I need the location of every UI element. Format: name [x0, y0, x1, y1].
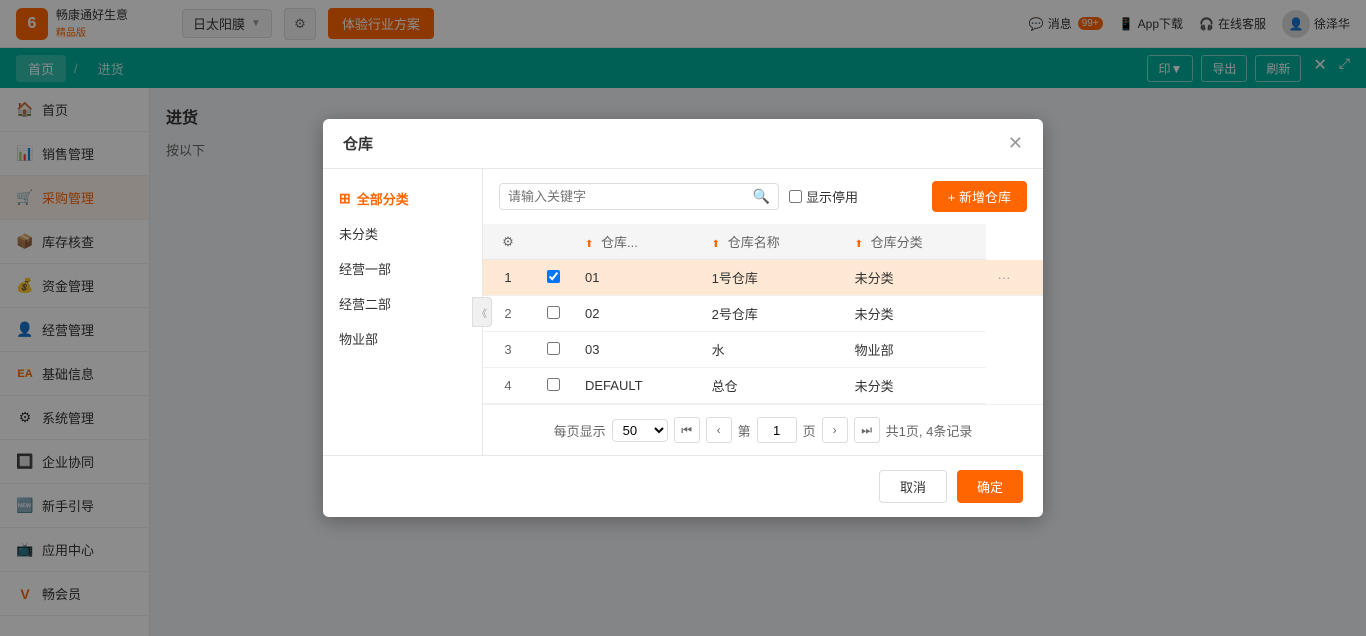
row-category: 未分类	[843, 296, 986, 332]
row-checkbox[interactable]	[547, 378, 560, 391]
show-disabled-label: 显示停用	[806, 187, 858, 206]
row-checkbox-cell[interactable]	[533, 296, 573, 332]
col-name-label: 仓库名称	[728, 235, 780, 250]
cancel-button[interactable]: 取消	[879, 470, 947, 503]
row-num: 4	[483, 368, 533, 404]
row-name: 总仓	[700, 368, 843, 404]
per-page-label: 每页显示	[554, 421, 606, 440]
add-warehouse-button[interactable]: + 新增仓库	[932, 181, 1027, 212]
table-row[interactable]: 1 01 1号仓库 未分类 ···	[483, 260, 1043, 296]
sort-icon-code: ⬆	[585, 239, 593, 250]
row-code: 01	[573, 260, 700, 296]
row-num: 3	[483, 332, 533, 368]
row-name: 1号仓库	[700, 260, 843, 296]
row-code: 03	[573, 332, 700, 368]
all-category-label: 全部分类	[357, 189, 409, 208]
page-label: 第	[738, 421, 751, 440]
row-name: 水	[700, 332, 843, 368]
category-item-property[interactable]: 物业部	[323, 321, 482, 356]
row-checkbox-cell[interactable]	[533, 332, 573, 368]
confirm-button[interactable]: 确定	[957, 470, 1023, 503]
modal-footer: 取消 确定	[323, 455, 1043, 517]
all-category-button[interactable]: ⊞ 全部分类	[323, 181, 482, 216]
row-actions[interactable]: ···	[986, 260, 1043, 296]
modal-overlay: 仓库 ✕ ⊞ 全部分类 未分类 经营一部 经营二部 物业部 《	[0, 0, 1366, 636]
col-check	[533, 224, 573, 260]
show-disabled-checkbox[interactable]	[789, 190, 802, 203]
row-name: 2号仓库	[700, 296, 843, 332]
show-disabled-checkbox-label[interactable]: 显示停用	[789, 187, 858, 206]
table-row[interactable]: 4 DEFAULT 总仓 未分类	[483, 368, 1043, 404]
row-code: 02	[573, 296, 700, 332]
category-item-ops2[interactable]: 经营二部	[323, 286, 482, 321]
sort-icon-name: ⬆	[712, 239, 720, 250]
row-checkbox-cell[interactable]	[533, 368, 573, 404]
col-code-header: ⬆ 仓库...	[573, 224, 700, 260]
row-checkbox[interactable]	[547, 342, 560, 355]
table-row[interactable]: 2 02 2号仓库 未分类	[483, 296, 1043, 332]
last-page-button[interactable]: ⏭	[854, 417, 880, 443]
col-gear: ⚙	[483, 224, 533, 260]
row-actions-icon[interactable]: ···	[998, 270, 1011, 285]
col-category-label: 仓库分类	[871, 235, 923, 250]
category-item-ops1[interactable]: 经营一部	[323, 251, 482, 286]
grid-icon: ⊞	[339, 190, 351, 207]
total-info: 共1页, 4条记录	[886, 421, 973, 440]
col-name-header: ⬆ 仓库名称	[700, 224, 843, 260]
row-category: 物业部	[843, 332, 986, 368]
search-wrapper: 🔍	[499, 183, 779, 210]
row-num: 1	[483, 260, 533, 296]
warehouse-modal: 仓库 ✕ ⊞ 全部分类 未分类 经营一部 经营二部 物业部 《	[323, 119, 1043, 517]
col-code-label: 仓库...	[601, 235, 638, 250]
table-header-row: ⚙ ⬆ 仓库... ⬆ 仓库名称	[483, 224, 1043, 260]
row-code: DEFAULT	[573, 368, 700, 404]
next-page-button[interactable]: ›	[822, 417, 848, 443]
col-category-header: ⬆ 仓库分类	[843, 224, 986, 260]
row-category: 未分类	[843, 368, 986, 404]
table-toolbar: 🔍 显示停用 + 新增仓库	[483, 169, 1043, 224]
warehouse-table: ⚙ ⬆ 仓库... ⬆ 仓库名称	[483, 224, 1043, 404]
sort-icon-category: ⬆	[855, 239, 863, 250]
pagination: 每页显示 50 20 100 ⏮ ‹ 第 页 › ⏭ 共1页, 4条记录	[483, 404, 1043, 455]
row-category: 未分类	[843, 260, 986, 296]
modal-title: 仓库	[343, 133, 373, 154]
category-collapse-button[interactable]: 《	[472, 297, 492, 327]
category-item-unclassified[interactable]: 未分类	[323, 216, 482, 251]
search-icon[interactable]: 🔍	[753, 188, 770, 205]
page-unit: 页	[803, 421, 816, 440]
search-input[interactable]	[508, 189, 753, 204]
modal-close-icon[interactable]: ✕	[1008, 133, 1023, 154]
table-container: ⚙ ⬆ 仓库... ⬆ 仓库名称	[483, 224, 1043, 404]
category-panel: ⊞ 全部分类 未分类 经营一部 经营二部 物业部 《	[323, 169, 483, 455]
page-input[interactable]	[757, 417, 797, 443]
table-row[interactable]: 3 03 水 物业部	[483, 332, 1043, 368]
modal-header: 仓库 ✕	[323, 119, 1043, 169]
first-page-button[interactable]: ⏮	[674, 417, 700, 443]
row-checkbox[interactable]	[547, 270, 560, 283]
modal-body: ⊞ 全部分类 未分类 经营一部 经营二部 物业部 《 🔍	[323, 169, 1043, 455]
per-page-select[interactable]: 50 20 100	[612, 419, 668, 442]
table-panel: 🔍 显示停用 + 新增仓库 ⚙	[483, 169, 1043, 455]
row-checkbox-cell[interactable]	[533, 260, 573, 296]
prev-page-button[interactable]: ‹	[706, 417, 732, 443]
row-checkbox[interactable]	[547, 306, 560, 319]
